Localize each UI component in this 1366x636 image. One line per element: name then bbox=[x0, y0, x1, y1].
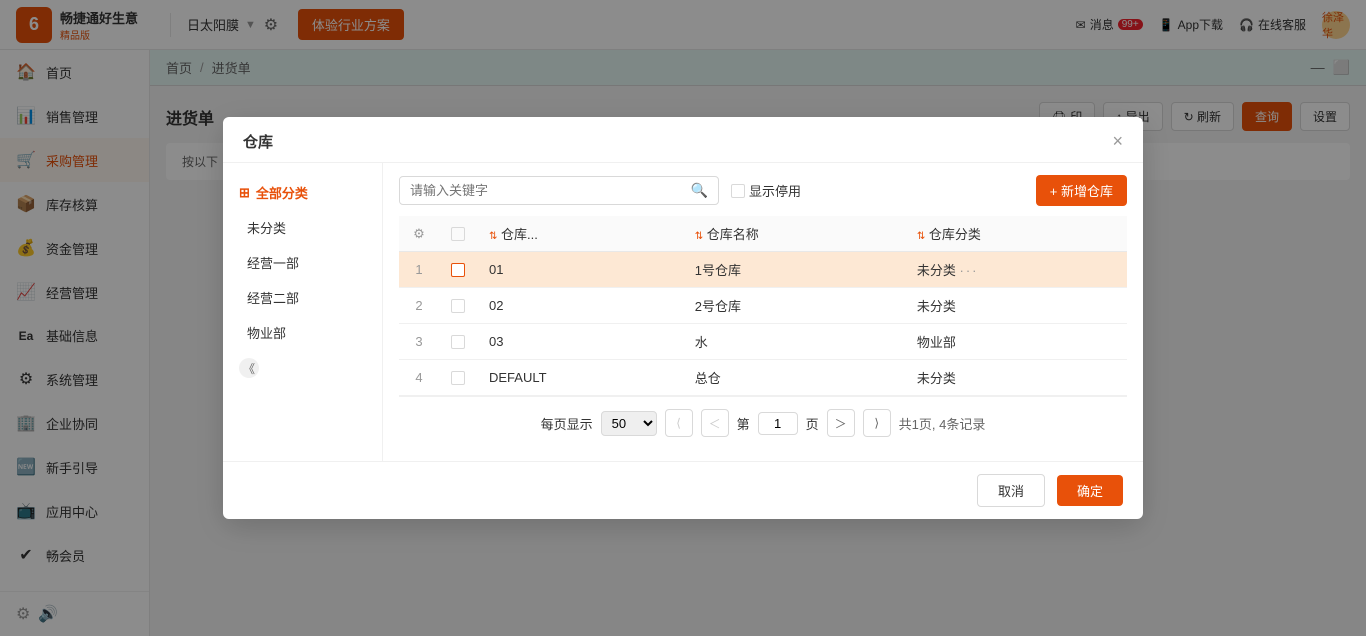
row-no: 4 bbox=[399, 360, 439, 396]
row-checkbox-cell bbox=[439, 288, 477, 324]
warehouse-modal: 仓库 × ⊞ 全部分类 未分类 经营一部 经营二部 物业部 《 bbox=[223, 117, 1143, 519]
row-name: 2号仓库 bbox=[683, 288, 905, 324]
cancel-button[interactable]: 取消 bbox=[977, 474, 1045, 507]
page-size-select[interactable]: 50 10 20 100 bbox=[601, 411, 657, 436]
table-toolbar: 🔍 显示停用 + 新增仓库 bbox=[399, 175, 1127, 206]
add-warehouse-btn[interactable]: + 新增仓库 bbox=[1036, 175, 1127, 206]
row-category: 未分类 bbox=[905, 288, 1127, 324]
row-name: 水 bbox=[683, 324, 905, 360]
modal-overlay[interactable]: 仓库 × ⊞ 全部分类 未分类 经营一部 经营二部 物业部 《 bbox=[0, 0, 1366, 636]
sort-category-icon[interactable]: ⇅ bbox=[917, 231, 925, 242]
header-checkbox[interactable] bbox=[451, 227, 465, 241]
modal-title: 仓库 bbox=[243, 131, 273, 152]
table-header-row: ⚙ ⇅ 仓库... ⇅ 仓库名称 ⇅ 仓库分类 bbox=[399, 216, 1127, 252]
row-checkbox[interactable] bbox=[451, 335, 465, 349]
row-checkbox-cell bbox=[439, 360, 477, 396]
modal-header: 仓库 × bbox=[223, 117, 1143, 163]
row-name: 1号仓库 bbox=[683, 252, 905, 288]
show-disabled-text: 显示停用 bbox=[749, 181, 801, 200]
search-icon[interactable]: 🔍 bbox=[681, 177, 718, 204]
row-checkbox[interactable] bbox=[451, 263, 465, 277]
modal-body: ⊞ 全部分类 未分类 经营一部 经营二部 物业部 《 🔍 bbox=[223, 163, 1143, 461]
sort-code-icon[interactable]: ⇅ bbox=[489, 231, 497, 242]
sort-name-icon[interactable]: ⇅ bbox=[695, 231, 703, 242]
col-code: ⇅ 仓库... bbox=[477, 216, 683, 252]
first-page-btn[interactable]: ⟨ bbox=[665, 409, 693, 437]
warehouse-table: ⚙ ⇅ 仓库... ⇅ 仓库名称 ⇅ 仓库分类 1 01 bbox=[399, 216, 1127, 396]
table-row[interactable]: 4 DEFAULT 总仓 未分类 bbox=[399, 360, 1127, 396]
row-category: 未分类 bbox=[905, 360, 1127, 396]
collapse-sidebar-btn[interactable]: 《 bbox=[239, 358, 259, 378]
row-category: 未分类 ··· bbox=[905, 252, 1127, 288]
category-sidebar: ⊞ 全部分类 未分类 经营一部 经营二部 物业部 《 bbox=[223, 163, 383, 461]
pagination: 每页显示 50 10 20 100 ⟨ ＜ 第 页 ＞ ⟩ 共1页, 4条记录 bbox=[399, 396, 1127, 449]
row-no: 3 bbox=[399, 324, 439, 360]
row-code: DEFAULT bbox=[477, 360, 683, 396]
row-checkbox[interactable] bbox=[451, 371, 465, 385]
row-checkbox-cell bbox=[439, 324, 477, 360]
table-row[interactable]: 3 03 水 物业部 bbox=[399, 324, 1127, 360]
row-name: 总仓 bbox=[683, 360, 905, 396]
show-disabled-label[interactable]: 显示停用 bbox=[731, 181, 801, 200]
row-no: 1 bbox=[399, 252, 439, 288]
last-page-btn[interactable]: ⟩ bbox=[863, 409, 891, 437]
col-name: ⇅ 仓库名称 bbox=[683, 216, 905, 252]
row-code: 02 bbox=[477, 288, 683, 324]
col-category: ⇅ 仓库分类 bbox=[905, 216, 1127, 252]
search-input[interactable] bbox=[400, 178, 681, 203]
row-no: 2 bbox=[399, 288, 439, 324]
row-checkbox-cell bbox=[439, 252, 477, 288]
page-size-label: 每页显示 bbox=[541, 414, 593, 433]
cat-item-property[interactable]: 物业部 bbox=[223, 315, 382, 350]
cat-item-op2[interactable]: 经营二部 bbox=[223, 280, 382, 315]
page-number-input[interactable] bbox=[758, 412, 798, 435]
all-categories-label: 全部分类 bbox=[256, 183, 308, 202]
next-page-btn[interactable]: ＞ bbox=[827, 409, 855, 437]
confirm-button[interactable]: 确定 bbox=[1057, 475, 1123, 506]
table-area: 🔍 显示停用 + 新增仓库 ⚙ bbox=[383, 163, 1143, 461]
all-categories-item[interactable]: ⊞ 全部分类 bbox=[223, 175, 382, 210]
row-checkbox[interactable] bbox=[451, 299, 465, 313]
modal-close-btn[interactable]: × bbox=[1112, 131, 1123, 152]
page-label: 第 bbox=[737, 414, 750, 433]
row-code: 03 bbox=[477, 324, 683, 360]
show-disabled-checkbox[interactable] bbox=[731, 184, 745, 198]
search-wrap: 🔍 bbox=[399, 176, 719, 205]
prev-page-btn[interactable]: ＜ bbox=[701, 409, 729, 437]
row-code: 01 bbox=[477, 252, 683, 288]
all-categories-icon: ⊞ bbox=[239, 185, 250, 201]
table-row[interactable]: 2 02 2号仓库 未分类 bbox=[399, 288, 1127, 324]
cat-item-op1[interactable]: 经营一部 bbox=[223, 245, 382, 280]
total-info: 共1页, 4条记录 bbox=[899, 414, 986, 433]
row-actions[interactable]: ··· bbox=[960, 263, 979, 278]
table-row[interactable]: 1 01 1号仓库 未分类 ··· bbox=[399, 252, 1127, 288]
col-checkbox bbox=[439, 216, 477, 252]
modal-footer: 取消 确定 bbox=[223, 461, 1143, 519]
col-gear: ⚙ bbox=[399, 216, 439, 252]
page-unit: 页 bbox=[806, 414, 819, 433]
row-category: 物业部 bbox=[905, 324, 1127, 360]
cat-item-unclassified[interactable]: 未分类 bbox=[223, 210, 382, 245]
